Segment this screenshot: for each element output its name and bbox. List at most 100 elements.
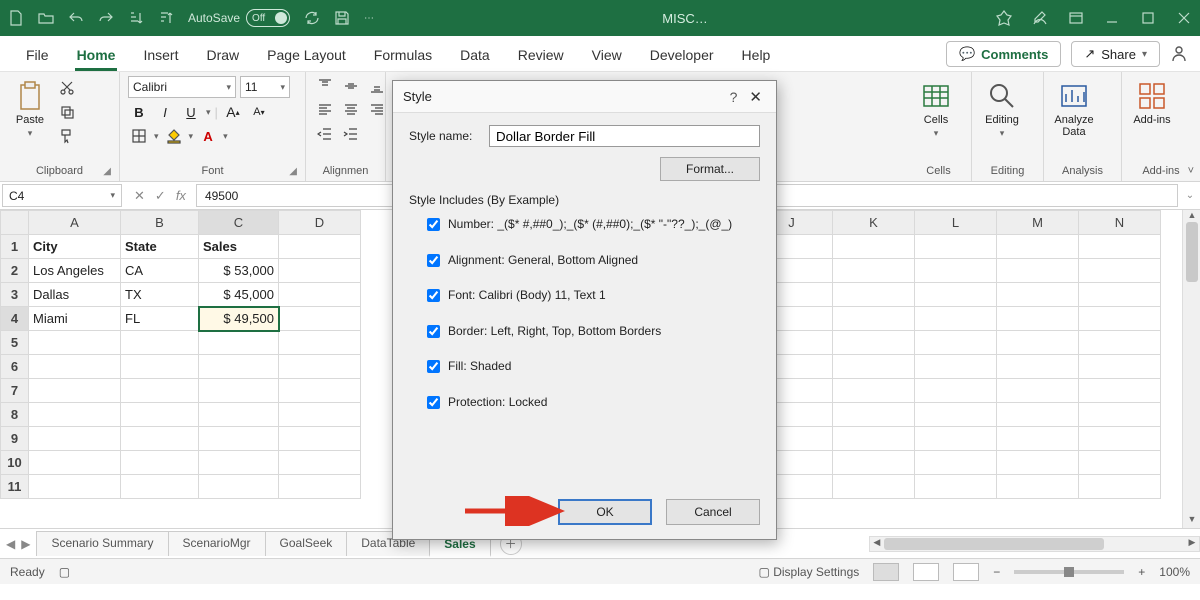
cell[interactable] bbox=[915, 283, 997, 307]
normal-view-button[interactable] bbox=[873, 563, 899, 581]
cut-icon[interactable] bbox=[56, 78, 78, 98]
zoom-out-button[interactable]: − bbox=[993, 565, 1000, 579]
cell[interactable] bbox=[915, 307, 997, 331]
cell[interactable] bbox=[915, 451, 997, 475]
cell[interactable] bbox=[833, 427, 915, 451]
close-icon[interactable]: ✕ bbox=[745, 88, 766, 106]
vertical-scrollbar[interactable]: ▲▼ bbox=[1182, 210, 1200, 528]
cell[interactable] bbox=[1079, 235, 1161, 259]
align-bottom-icon[interactable] bbox=[366, 76, 388, 96]
cell[interactable] bbox=[915, 331, 997, 355]
tab-review[interactable]: Review bbox=[504, 39, 578, 71]
cell[interactable] bbox=[199, 451, 279, 475]
row-header[interactable]: 3 bbox=[1, 283, 29, 307]
cell[interactable] bbox=[199, 379, 279, 403]
align-left-icon[interactable] bbox=[314, 100, 336, 120]
sort-desc-icon[interactable] bbox=[158, 10, 174, 26]
format-button[interactable]: Format... bbox=[660, 157, 760, 181]
row-header[interactable]: 9 bbox=[1, 427, 29, 451]
style-include-checkbox[interactable] bbox=[427, 254, 440, 267]
cell[interactable] bbox=[833, 259, 915, 283]
cell[interactable] bbox=[915, 355, 997, 379]
cell[interactable] bbox=[833, 355, 915, 379]
collapse-ribbon-icon[interactable]: ˅ bbox=[1188, 165, 1194, 177]
cell[interactable] bbox=[121, 355, 199, 379]
cell[interactable]: Miami bbox=[29, 307, 121, 331]
comments-button[interactable]: 💬Comments bbox=[946, 41, 1061, 67]
cell[interactable] bbox=[997, 379, 1079, 403]
cancel-button[interactable]: Cancel bbox=[666, 499, 760, 525]
col-header[interactable]: K bbox=[833, 211, 915, 235]
style-name-input[interactable] bbox=[489, 125, 760, 147]
sheet-tab[interactable]: GoalSeek bbox=[265, 531, 348, 556]
cell[interactable] bbox=[279, 235, 361, 259]
style-include-checkbox[interactable] bbox=[427, 325, 440, 338]
cell[interactable] bbox=[1079, 475, 1161, 499]
zoom-level[interactable]: 100% bbox=[1159, 565, 1190, 579]
cell[interactable] bbox=[833, 403, 915, 427]
cell[interactable] bbox=[1079, 379, 1161, 403]
maximize-icon[interactable] bbox=[1140, 10, 1156, 26]
style-include-checkbox[interactable] bbox=[427, 289, 440, 302]
align-right-icon[interactable] bbox=[366, 100, 388, 120]
dialog-launcher-icon[interactable]: ◢ bbox=[103, 166, 111, 177]
draw-toggle-icon[interactable] bbox=[1032, 10, 1048, 26]
cell[interactable] bbox=[833, 475, 915, 499]
editing-button[interactable]: Editing ▾ bbox=[980, 76, 1024, 139]
cell[interactable] bbox=[833, 307, 915, 331]
cell[interactable] bbox=[1079, 259, 1161, 283]
sort-asc-icon[interactable] bbox=[128, 10, 144, 26]
cell[interactable] bbox=[29, 403, 121, 427]
bold-button[interactable]: B bbox=[128, 102, 150, 122]
col-header[interactable]: M bbox=[997, 211, 1079, 235]
cell[interactable] bbox=[1079, 403, 1161, 427]
cell[interactable] bbox=[279, 403, 361, 427]
cell[interactable] bbox=[833, 331, 915, 355]
help-icon[interactable]: ? bbox=[722, 89, 746, 105]
cell[interactable]: Los Angeles bbox=[29, 259, 121, 283]
cell[interactable] bbox=[29, 331, 121, 355]
zoom-in-button[interactable]: + bbox=[1138, 565, 1145, 579]
border-icon[interactable] bbox=[128, 126, 150, 146]
cell[interactable] bbox=[1079, 283, 1161, 307]
cell[interactable] bbox=[279, 259, 361, 283]
tab-help[interactable]: Help bbox=[728, 39, 785, 71]
minimize-icon[interactable] bbox=[1104, 10, 1120, 26]
cell[interactable] bbox=[997, 427, 1079, 451]
analyze-data-button[interactable]: Analyze Data bbox=[1052, 76, 1096, 138]
align-center-icon[interactable] bbox=[340, 100, 362, 120]
cell[interactable] bbox=[279, 379, 361, 403]
overflow-icon[interactable]: ⋯ bbox=[364, 13, 374, 24]
cell[interactable] bbox=[1079, 355, 1161, 379]
font-name-combo[interactable]: Calibri▾ bbox=[128, 76, 236, 98]
cell[interactable] bbox=[279, 355, 361, 379]
cell[interactable] bbox=[121, 475, 199, 499]
tab-page-layout[interactable]: Page Layout bbox=[253, 39, 360, 71]
page-layout-view-button[interactable] bbox=[913, 563, 939, 581]
cell[interactable] bbox=[997, 355, 1079, 379]
cell[interactable] bbox=[29, 355, 121, 379]
cell[interactable] bbox=[915, 427, 997, 451]
fill-color-icon[interactable] bbox=[163, 126, 185, 146]
cell[interactable] bbox=[833, 283, 915, 307]
tab-draw[interactable]: Draw bbox=[192, 39, 253, 71]
cell[interactable] bbox=[997, 403, 1079, 427]
cell[interactable] bbox=[279, 427, 361, 451]
align-middle-icon[interactable] bbox=[340, 76, 362, 96]
cell[interactable] bbox=[997, 235, 1079, 259]
col-header[interactable]: L bbox=[915, 211, 997, 235]
font-color-icon[interactable]: A bbox=[197, 126, 219, 146]
cell[interactable] bbox=[997, 307, 1079, 331]
cell[interactable] bbox=[1079, 427, 1161, 451]
undo-icon[interactable] bbox=[68, 10, 84, 26]
col-header[interactable]: A bbox=[29, 211, 121, 235]
addins-button[interactable]: Add-ins bbox=[1130, 76, 1174, 126]
cell[interactable] bbox=[29, 475, 121, 499]
row-header[interactable]: 7 bbox=[1, 379, 29, 403]
cell[interactable] bbox=[279, 283, 361, 307]
sheet-tab[interactable]: ScenarioMgr bbox=[168, 531, 266, 556]
zoom-slider[interactable] bbox=[1014, 570, 1124, 574]
underline-button[interactable]: U bbox=[180, 102, 202, 122]
col-header[interactable]: C bbox=[199, 211, 279, 235]
increase-indent-icon[interactable] bbox=[340, 124, 362, 144]
